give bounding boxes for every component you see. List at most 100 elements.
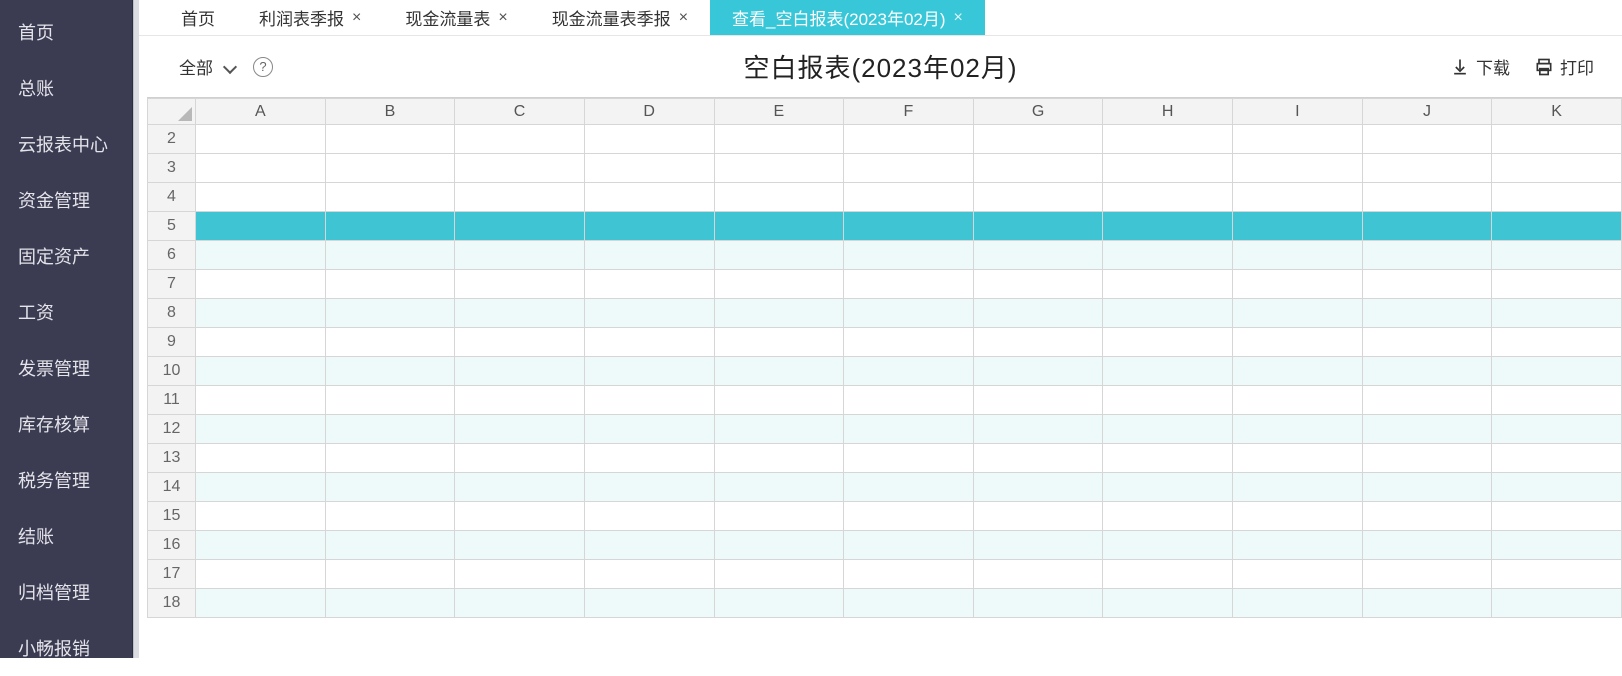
cell-D12[interactable] [584,415,714,444]
cell-F13[interactable] [844,444,974,473]
sidebar-item-6[interactable]: 发票管理 [0,340,132,396]
spreadsheet[interactable]: ABCDEFGHIJK23456789101112131415161718 [147,97,1622,658]
cell-E7[interactable] [714,270,844,299]
cell-H10[interactable] [1103,357,1233,386]
cell-K10[interactable] [1492,357,1622,386]
cell-D16[interactable] [584,531,714,560]
cell-D18[interactable] [584,589,714,618]
cell-B7[interactable] [325,270,455,299]
cell-E4[interactable] [714,183,844,212]
sidebar-item-5[interactable]: 工资 [0,284,132,340]
cell-K4[interactable] [1492,183,1622,212]
cell-D2[interactable] [584,125,714,154]
help-icon[interactable]: ? [253,57,273,77]
cell-G13[interactable] [973,444,1103,473]
tab-3[interactable]: 现金流量表季报× [530,0,710,35]
cell-E17[interactable] [714,560,844,589]
cell-D6[interactable] [584,241,714,270]
chevron-down-icon[interactable] [223,60,237,74]
cell-K11[interactable] [1492,386,1622,415]
column-header-H[interactable]: H [1103,99,1233,125]
cell-A4[interactable] [196,183,326,212]
cell-G12[interactable] [973,415,1103,444]
cell-H4[interactable] [1103,183,1233,212]
column-header-F[interactable]: F [844,99,974,125]
cell-H9[interactable] [1103,328,1233,357]
cell-E16[interactable] [714,531,844,560]
cell-C8[interactable] [455,299,585,328]
row-header-16[interactable]: 16 [148,531,196,560]
cell-C10[interactable] [455,357,585,386]
cell-A2[interactable] [196,125,326,154]
cell-H3[interactable] [1103,154,1233,183]
cell-A15[interactable] [196,502,326,531]
cell-A17[interactable] [196,560,326,589]
cell-H14[interactable] [1103,473,1233,502]
row-header-10[interactable]: 10 [148,357,196,386]
cell-B16[interactable] [325,531,455,560]
cell-A14[interactable] [196,473,326,502]
cell-D11[interactable] [584,386,714,415]
cell-I15[interactable] [1233,502,1363,531]
row-header-8[interactable]: 8 [148,299,196,328]
cell-B8[interactable] [325,299,455,328]
cell-D15[interactable] [584,502,714,531]
cell-A7[interactable] [196,270,326,299]
sidebar-item-3[interactable]: 资金管理 [0,172,132,228]
cell-A5[interactable] [196,212,326,241]
cell-F10[interactable] [844,357,974,386]
cell-E14[interactable] [714,473,844,502]
cell-J10[interactable] [1362,357,1492,386]
cell-G5[interactable] [973,212,1103,241]
cell-K16[interactable] [1492,531,1622,560]
cell-K5[interactable] [1492,212,1622,241]
cell-B9[interactable] [325,328,455,357]
cell-F14[interactable] [844,473,974,502]
cell-B2[interactable] [325,125,455,154]
column-header-E[interactable]: E [714,99,844,125]
cell-G11[interactable] [973,386,1103,415]
cell-F9[interactable] [844,328,974,357]
column-header-K[interactable]: K [1492,99,1622,125]
cell-D13[interactable] [584,444,714,473]
cell-I18[interactable] [1233,589,1363,618]
cell-I2[interactable] [1233,125,1363,154]
sidebar-item-0[interactable]: 首页 [0,4,132,60]
cell-G16[interactable] [973,531,1103,560]
cell-B3[interactable] [325,154,455,183]
cell-J8[interactable] [1362,299,1492,328]
cell-A8[interactable] [196,299,326,328]
cell-E10[interactable] [714,357,844,386]
cell-J17[interactable] [1362,560,1492,589]
cell-H2[interactable] [1103,125,1233,154]
cell-I17[interactable] [1233,560,1363,589]
cell-I3[interactable] [1233,154,1363,183]
cell-F12[interactable] [844,415,974,444]
cell-I8[interactable] [1233,299,1363,328]
row-header-12[interactable]: 12 [148,415,196,444]
cell-G6[interactable] [973,241,1103,270]
cell-C5[interactable] [455,212,585,241]
cell-A11[interactable] [196,386,326,415]
cell-A9[interactable] [196,328,326,357]
cell-C4[interactable] [455,183,585,212]
cell-C18[interactable] [455,589,585,618]
cell-D9[interactable] [584,328,714,357]
sidebar-item-4[interactable]: 固定资产 [0,228,132,284]
cell-A6[interactable] [196,241,326,270]
cell-F18[interactable] [844,589,974,618]
cell-G3[interactable] [973,154,1103,183]
cell-I7[interactable] [1233,270,1363,299]
cell-B10[interactable] [325,357,455,386]
cell-A18[interactable] [196,589,326,618]
cell-E2[interactable] [714,125,844,154]
cell-J6[interactable] [1362,241,1492,270]
cell-J3[interactable] [1362,154,1492,183]
cell-E3[interactable] [714,154,844,183]
cell-C13[interactable] [455,444,585,473]
row-header-4[interactable]: 4 [148,183,196,212]
cell-E13[interactable] [714,444,844,473]
select-all-corner[interactable] [148,99,196,125]
row-header-11[interactable]: 11 [148,386,196,415]
column-header-G[interactable]: G [973,99,1103,125]
